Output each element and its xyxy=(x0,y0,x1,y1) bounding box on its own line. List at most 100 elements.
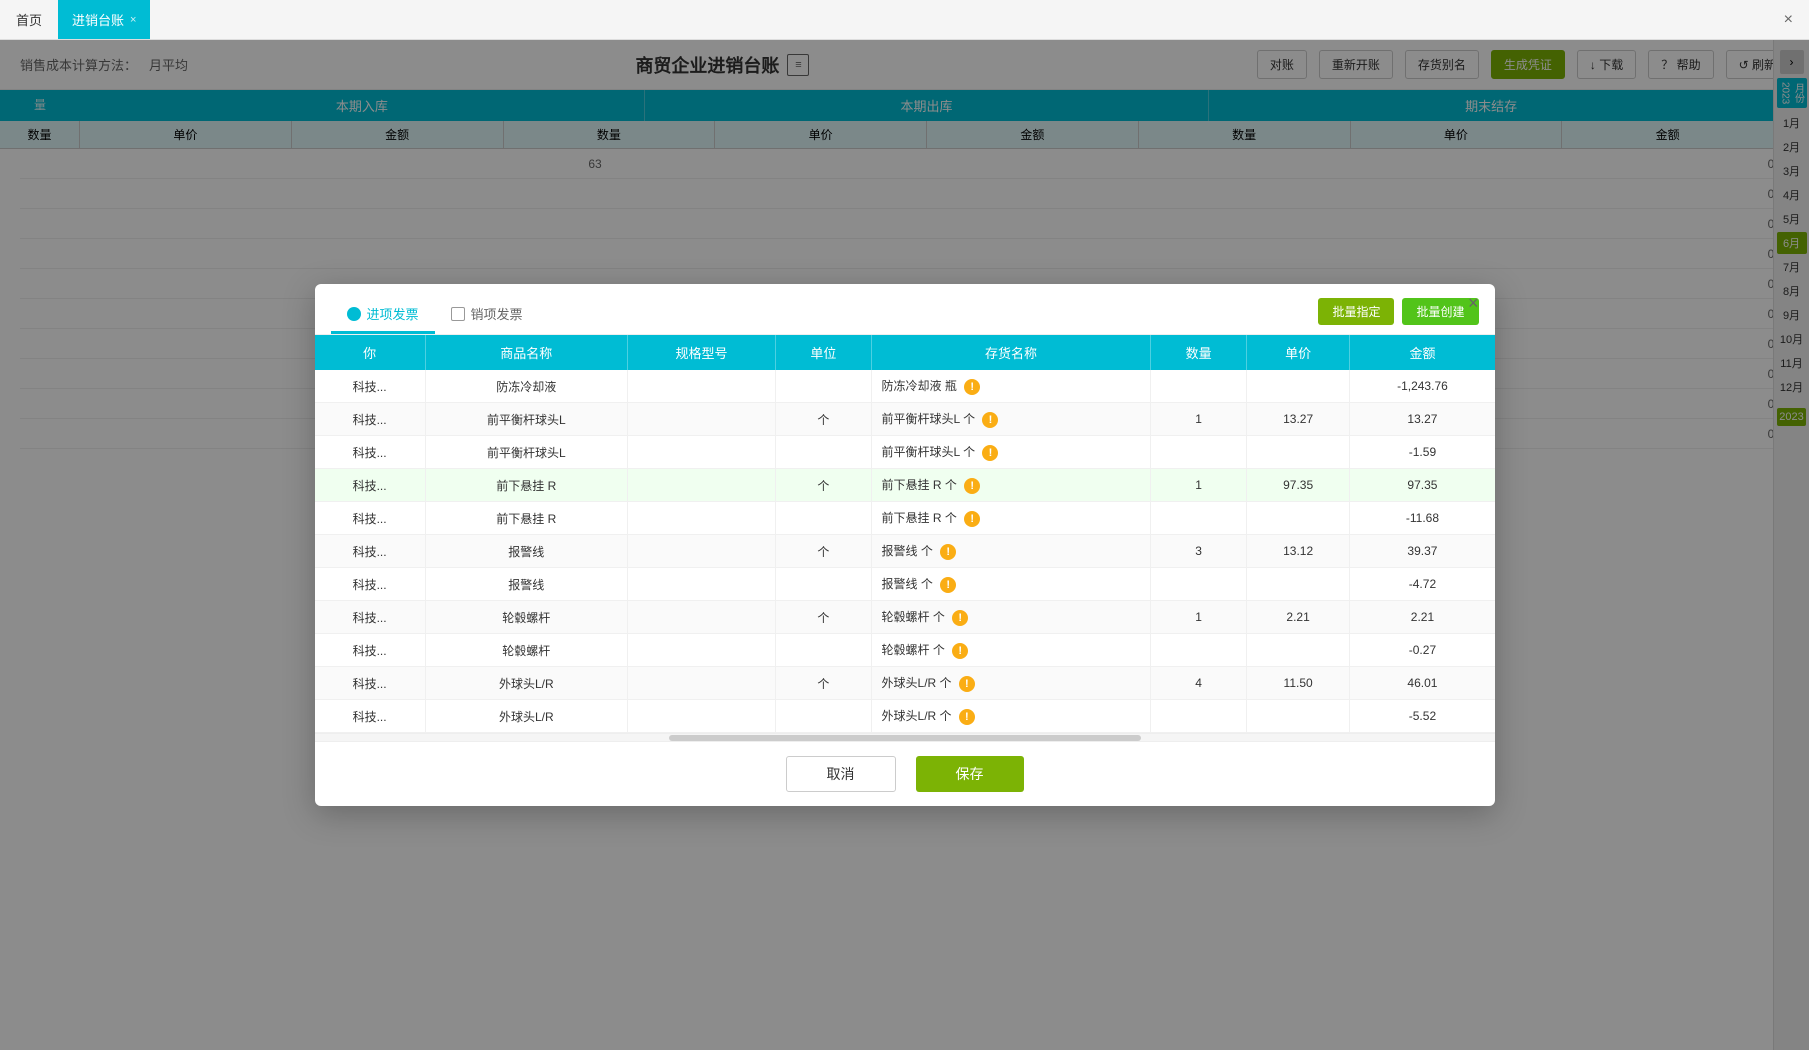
cell-0: 科技... xyxy=(315,502,426,535)
cell-num-2: 13.27 xyxy=(1350,403,1495,436)
cell-1: 外球头L/R xyxy=(425,667,627,700)
cell-3: 个 xyxy=(776,469,871,502)
cell-2 xyxy=(627,502,775,535)
warning-icon: ! xyxy=(982,412,998,428)
cell-1: 前平衡杆球头L xyxy=(425,403,627,436)
modal-dialog: 进项发票 销项发票 批量指定 批量创建 × 你 xyxy=(315,284,1495,806)
window-close-button[interactable]: × xyxy=(1768,11,1809,29)
table-row[interactable]: 科技...外球头L/R个外球头L/R 个 !411.5046.01 xyxy=(315,667,1495,700)
table-row[interactable]: 科技...前下悬挂 R个前下悬挂 R 个 !197.3597.35 xyxy=(315,469,1495,502)
col-amount: 金额 xyxy=(1350,335,1495,370)
table-row[interactable]: 科技...防冻冷却液防冻冷却液 瓶 !-1,243.76 xyxy=(315,370,1495,403)
tab-close-icon[interactable]: × xyxy=(130,14,136,26)
table-row[interactable]: 科技...前平衡杆球头L个前平衡杆球头L 个 !113.2713.27 xyxy=(315,403,1495,436)
col-inventory-name: 存货名称 xyxy=(871,335,1151,370)
cell-0: 科技... xyxy=(315,667,426,700)
cell-num-2: -1.59 xyxy=(1350,436,1495,469)
table-row[interactable]: 科技...轮毂螺杆轮毂螺杆 个 !-0.27 xyxy=(315,634,1495,667)
cell-inventory: 外球头L/R 个 ! xyxy=(871,700,1151,733)
invoice-table: 你 商品名称 规格型号 单位 存货名称 数量 单价 金额 科技...防冻冷却液防… xyxy=(315,335,1495,733)
cell-num-0: 1 xyxy=(1151,403,1246,436)
table-row[interactable]: 科技...报警线个报警线 个 !313.1239.37 xyxy=(315,535,1495,568)
cell-num-0 xyxy=(1151,700,1246,733)
cell-2 xyxy=(627,601,775,634)
cell-3 xyxy=(776,568,871,601)
table-row[interactable]: 科技...报警线报警线 个 !-4.72 xyxy=(315,568,1495,601)
cell-1: 前下悬挂 R xyxy=(425,502,627,535)
table-row[interactable]: 科技...轮毂螺杆个轮毂螺杆 个 !12.212.21 xyxy=(315,601,1495,634)
cell-num-1: 97.35 xyxy=(1246,469,1350,502)
cell-num-1 xyxy=(1246,370,1350,403)
cell-3 xyxy=(776,502,871,535)
cell-num-1 xyxy=(1246,568,1350,601)
cell-inventory: 报警线 个 ! xyxy=(871,568,1151,601)
table-row[interactable]: 科技...前平衡杆球头L前平衡杆球头L 个 !-1.59 xyxy=(315,436,1495,469)
tab-inbound-invoice[interactable]: 进项发票 xyxy=(331,296,435,334)
inbound-tab-icon xyxy=(347,307,361,321)
cell-num-0: 1 xyxy=(1151,469,1246,502)
cell-num-0 xyxy=(1151,568,1246,601)
modal-table-container[interactable]: 你 商品名称 规格型号 单位 存货名称 数量 单价 金额 科技...防冻冷却液防… xyxy=(315,335,1495,733)
active-tab[interactable]: 进销台账 × xyxy=(58,0,150,39)
modal-header: 进项发票 销项发票 批量指定 批量创建 × xyxy=(315,284,1495,335)
col-supplier: 你 xyxy=(315,335,426,370)
main-area: 销售成本计算方法： 月平均 商贸企业进销台账 ≡ 对账 重新开账 存货别名 生成… xyxy=(0,40,1809,1050)
cell-inventory: 轮毂螺杆 个 ! xyxy=(871,601,1151,634)
cell-3: 个 xyxy=(776,535,871,568)
cell-num-0 xyxy=(1151,436,1246,469)
cell-num-2: -1,243.76 xyxy=(1350,370,1495,403)
cell-inventory: 前平衡杆球头L 个 ! xyxy=(871,403,1151,436)
cell-3 xyxy=(776,700,871,733)
cell-0: 科技... xyxy=(315,634,426,667)
cell-inventory: 防冻冷却液 瓶 ! xyxy=(871,370,1151,403)
warning-icon: ! xyxy=(940,544,956,560)
cell-1: 报警线 xyxy=(425,568,627,601)
tab-outbound-invoice[interactable]: 销项发票 xyxy=(435,296,539,334)
cell-0: 科技... xyxy=(315,469,426,502)
warning-icon: ! xyxy=(964,379,980,395)
col-qty: 数量 xyxy=(1151,335,1246,370)
col-product-name: 商品名称 xyxy=(425,335,627,370)
cell-num-1: 13.27 xyxy=(1246,403,1350,436)
home-tab[interactable]: 首页 xyxy=(0,0,58,39)
table-row[interactable]: 科技...外球头L/R外球头L/R 个 !-5.52 xyxy=(315,700,1495,733)
cell-2 xyxy=(627,700,775,733)
cell-num-0: 4 xyxy=(1151,667,1246,700)
cancel-button[interactable]: 取消 xyxy=(786,756,896,792)
cell-3 xyxy=(776,634,871,667)
outbound-tab-icon xyxy=(451,307,465,321)
cell-num-1: 13.12 xyxy=(1246,535,1350,568)
batch-assign-button[interactable]: 批量指定 xyxy=(1318,298,1394,325)
cell-3: 个 xyxy=(776,667,871,700)
cell-0: 科技... xyxy=(315,403,426,436)
cell-2 xyxy=(627,634,775,667)
modal-footer: 取消 保存 xyxy=(315,741,1495,806)
top-bar: 首页 进销台账 × × xyxy=(0,0,1809,40)
home-label: 首页 xyxy=(16,10,42,29)
cell-num-2: 46.01 xyxy=(1350,667,1495,700)
modal-close-button[interactable]: × xyxy=(1468,294,1479,312)
col-spec: 规格型号 xyxy=(627,335,775,370)
cell-num-2: -5.52 xyxy=(1350,700,1495,733)
warning-icon: ! xyxy=(952,643,968,659)
modal-actions: 批量指定 批量创建 xyxy=(1318,298,1478,333)
warning-icon: ! xyxy=(964,511,980,527)
cell-inventory: 前下悬挂 R 个 ! xyxy=(871,469,1151,502)
cell-0: 科技... xyxy=(315,700,426,733)
save-button[interactable]: 保存 xyxy=(916,756,1024,792)
cell-1: 报警线 xyxy=(425,535,627,568)
warning-icon: ! xyxy=(959,709,975,725)
col-price: 单价 xyxy=(1246,335,1350,370)
cell-num-1 xyxy=(1246,700,1350,733)
horizontal-scrollbar[interactable] xyxy=(315,733,1495,741)
cell-0: 科技... xyxy=(315,535,426,568)
table-row[interactable]: 科技...前下悬挂 R前下悬挂 R 个 !-11.68 xyxy=(315,502,1495,535)
cell-num-1 xyxy=(1246,502,1350,535)
cell-num-1: 2.21 xyxy=(1246,601,1350,634)
cell-num-0 xyxy=(1151,370,1246,403)
cell-num-2: 2.21 xyxy=(1350,601,1495,634)
warning-icon: ! xyxy=(959,676,975,692)
cell-2 xyxy=(627,403,775,436)
cell-inventory: 外球头L/R 个 ! xyxy=(871,667,1151,700)
cell-num-2: 39.37 xyxy=(1350,535,1495,568)
